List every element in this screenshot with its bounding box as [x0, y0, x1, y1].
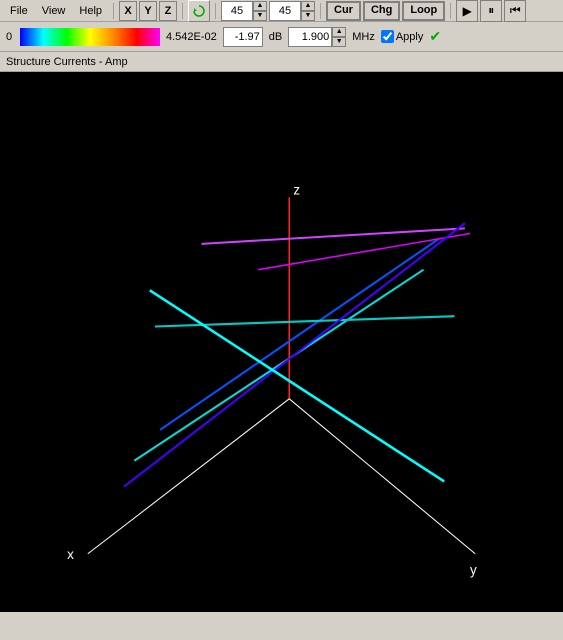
menu-help[interactable]: Help: [73, 4, 108, 18]
apply-checkbox-input[interactable]: [381, 30, 394, 43]
db-input[interactable]: [223, 27, 263, 47]
mode-loop-button[interactable]: Loop: [402, 1, 445, 21]
separator-3: [215, 3, 216, 19]
menubar: File View Help X Y Z ▲ ▼ ▲ ▼ Cur Chg Loo…: [0, 0, 563, 22]
freq-arrows: ▲ ▼: [332, 27, 346, 47]
db-unit-label: dB: [269, 31, 282, 43]
rewind-button[interactable]: ⏮: [504, 0, 526, 22]
axis-y-text: y: [470, 562, 477, 577]
separator-2: [182, 3, 183, 19]
freq-spinbox: ▲ ▼: [288, 27, 346, 47]
apply-checkbox-label[interactable]: Apply: [381, 30, 424, 43]
play-button[interactable]: ▶: [456, 0, 478, 22]
main-content: x y z: [0, 72, 563, 612]
axis-z-button[interactable]: Z: [159, 1, 177, 21]
mode-cur-button[interactable]: Cur: [326, 1, 361, 21]
freq-down[interactable]: ▼: [332, 37, 346, 47]
refresh-button[interactable]: [188, 0, 210, 22]
refresh-icon: [192, 4, 206, 18]
angle1-up[interactable]: ▲: [253, 1, 267, 11]
menu-file[interactable]: File: [4, 4, 34, 18]
angle2-spinbox: ▲ ▼: [269, 1, 315, 21]
axis-y-button[interactable]: Y: [139, 1, 157, 21]
angle2-input[interactable]: [269, 1, 301, 21]
axis-x-button[interactable]: X: [119, 1, 137, 21]
angle1-input[interactable]: [221, 1, 253, 21]
angle1-spinbox: ▲ ▼: [221, 1, 267, 21]
pause-button[interactable]: ⏸: [480, 0, 502, 22]
scalebar-row: 0 4.542E-02 dB ▲ ▼ MHz Apply ✔: [0, 22, 563, 52]
axis-x-text: x: [67, 547, 74, 562]
menu-view[interactable]: View: [36, 4, 72, 18]
angle1-down[interactable]: ▼: [253, 11, 267, 21]
axis-z-text: z: [293, 182, 300, 197]
angle2-up[interactable]: ▲: [301, 1, 315, 11]
freq-up[interactable]: ▲: [332, 27, 346, 37]
angle2-arrows: ▲ ▼: [301, 1, 315, 21]
3d-scene-svg: x y z: [0, 72, 563, 612]
angle1-arrows: ▲ ▼: [253, 1, 267, 21]
scale-max-value: 4.542E-02: [166, 31, 217, 43]
freq-unit-label: MHz: [352, 31, 375, 43]
viewport[interactable]: x y z: [0, 72, 563, 612]
separator-5: [450, 3, 451, 19]
separator-1: [113, 3, 114, 19]
scale-min-value: 0: [6, 31, 14, 43]
separator-4: [320, 3, 321, 19]
colorbar: [20, 28, 160, 46]
mode-chg-button[interactable]: Chg: [363, 1, 400, 21]
apply-label: Apply: [396, 31, 424, 43]
freq-input[interactable]: [288, 27, 332, 47]
checkmark-icon[interactable]: ✔: [429, 28, 441, 45]
subtitle-text: Structure Currents - Amp: [6, 56, 128, 68]
angle2-down[interactable]: ▼: [301, 11, 315, 21]
subtitle-bar: Structure Currents - Amp: [0, 52, 563, 72]
